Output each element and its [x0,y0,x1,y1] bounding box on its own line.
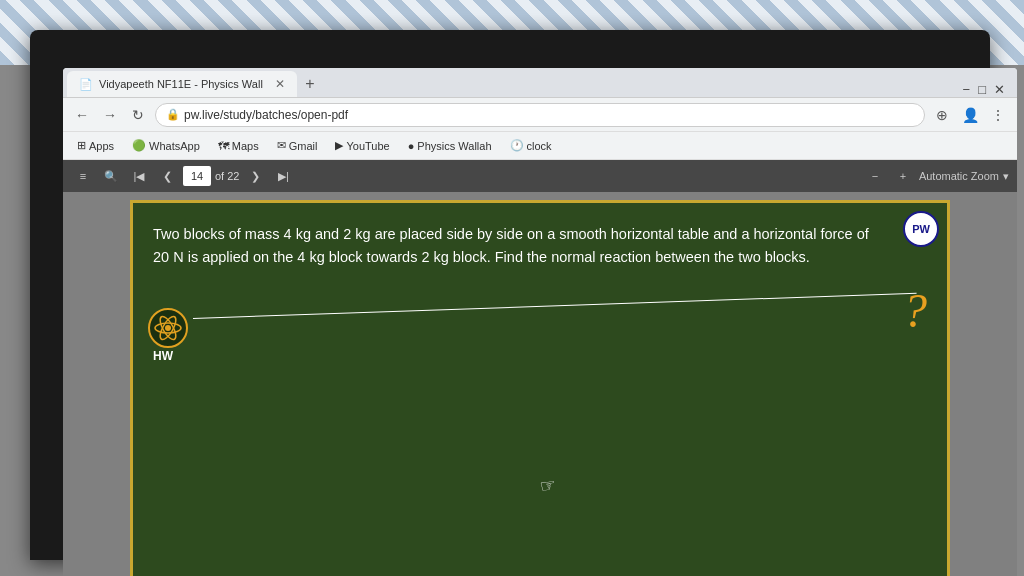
pdf-page-total: of 22 [215,170,239,182]
pdf-menu-button[interactable]: ≡ [71,164,95,188]
gmail-bookmark[interactable]: ✉ Gmail [271,137,324,154]
pdf-zoom-controls: − + Automatic Zoom ▾ [863,164,1009,188]
question-mark: ? [903,283,927,338]
pdf-page-input[interactable] [183,166,211,186]
pw-logo: PW [903,211,939,247]
apps-icon: ⊞ [77,139,86,152]
laptop-frame: 📄 Vidyapeeth NF11E - Physics Wall ✕ + − … [30,30,990,560]
pdf-prev-page-button[interactable]: ❮ [155,164,179,188]
lock-icon: 🔒 [166,108,180,121]
maximize-button[interactable]: □ [978,82,986,97]
address-bar-row: ← → ↻ 🔒 pw.live/study/batches/open-pdf ⊕… [63,98,1017,132]
gmail-icon: ✉ [277,139,286,152]
pdf-page: PW Two blocks of mass 4 kg and 2 kg are … [130,200,950,576]
atom-icon [153,313,183,343]
hw-circle [148,308,188,348]
clock-icon: 🕐 [510,139,524,152]
pdf-content-area: PW Two blocks of mass 4 kg and 2 kg are … [63,192,1017,576]
browser-window: 📄 Vidyapeeth NF11E - Physics Wall ✕ + − … [63,68,1017,576]
address-box[interactable]: 🔒 pw.live/study/batches/open-pdf [155,103,925,127]
extensions-button[interactable]: ⊕ [931,104,953,126]
profile-button[interactable]: 👤 [959,104,981,126]
maps-bookmark[interactable]: 🗺 Maps [212,138,265,154]
forward-button[interactable]: → [99,104,121,126]
tab-bar: 📄 Vidyapeeth NF11E - Physics Wall ✕ + − … [63,68,1017,98]
question-text: Two blocks of mass 4 kg and 2 kg are pla… [153,223,887,269]
whatsapp-bookmark[interactable]: 🟢 WhatsApp [126,137,206,154]
tab-title: Vidyapeeth NF11E - Physics Wall [99,78,263,90]
refresh-button[interactable]: ↻ [127,104,149,126]
youtube-icon: ▶ [335,139,343,152]
minimize-button[interactable]: − [963,82,971,97]
tab-favicon: 📄 [79,78,93,91]
decorative-line [193,293,917,319]
hw-label: HW [153,349,173,363]
pdf-toolbar: ≡ 🔍 |◀ ❮ of 22 ❯ ▶| − + Automatic Zoom ▾ [63,160,1017,192]
pdf-first-page-button[interactable]: |◀ [127,164,151,188]
menu-button[interactable]: ⋮ [987,104,1009,126]
maps-icon: 🗺 [218,140,229,152]
window-controls: − □ ✕ [963,82,1013,97]
svg-point-0 [165,325,171,331]
pdf-zoom-dropdown-icon[interactable]: ▾ [1003,170,1009,183]
back-button[interactable]: ← [71,104,93,126]
whatsapp-icon: 🟢 [132,139,146,152]
pdf-next-page-button[interactable]: ❯ [243,164,267,188]
pdf-last-page-button[interactable]: ▶| [271,164,295,188]
pdf-zoom-in-button[interactable]: + [891,164,915,188]
cursor: ☞ [538,474,558,498]
close-window-button[interactable]: ✕ [994,82,1005,97]
hw-icon: HW [148,308,198,358]
clock-bookmark[interactable]: 🕐 clock [504,137,558,154]
apps-bookmark[interactable]: ⊞ Apps [71,137,120,154]
tab-close-button[interactable]: ✕ [275,77,285,91]
youtube-bookmark[interactable]: ▶ YouTube [329,137,395,154]
pdf-search-button[interactable]: 🔍 [99,164,123,188]
bookmarks-bar: ⊞ Apps 🟢 WhatsApp 🗺 Maps ✉ Gmail ▶ YouTu… [63,132,1017,160]
physics-wallah-icon: ● [408,140,415,152]
new-tab-button[interactable]: + [297,71,323,97]
url-text: pw.live/study/batches/open-pdf [184,108,348,122]
pdf-zoom-out-button[interactable]: − [863,164,887,188]
active-tab[interactable]: 📄 Vidyapeeth NF11E - Physics Wall ✕ [67,71,297,97]
physics-wallah-bookmark[interactable]: ● Physics Wallah [402,138,498,154]
pdf-zoom-label: Automatic Zoom [919,170,999,182]
